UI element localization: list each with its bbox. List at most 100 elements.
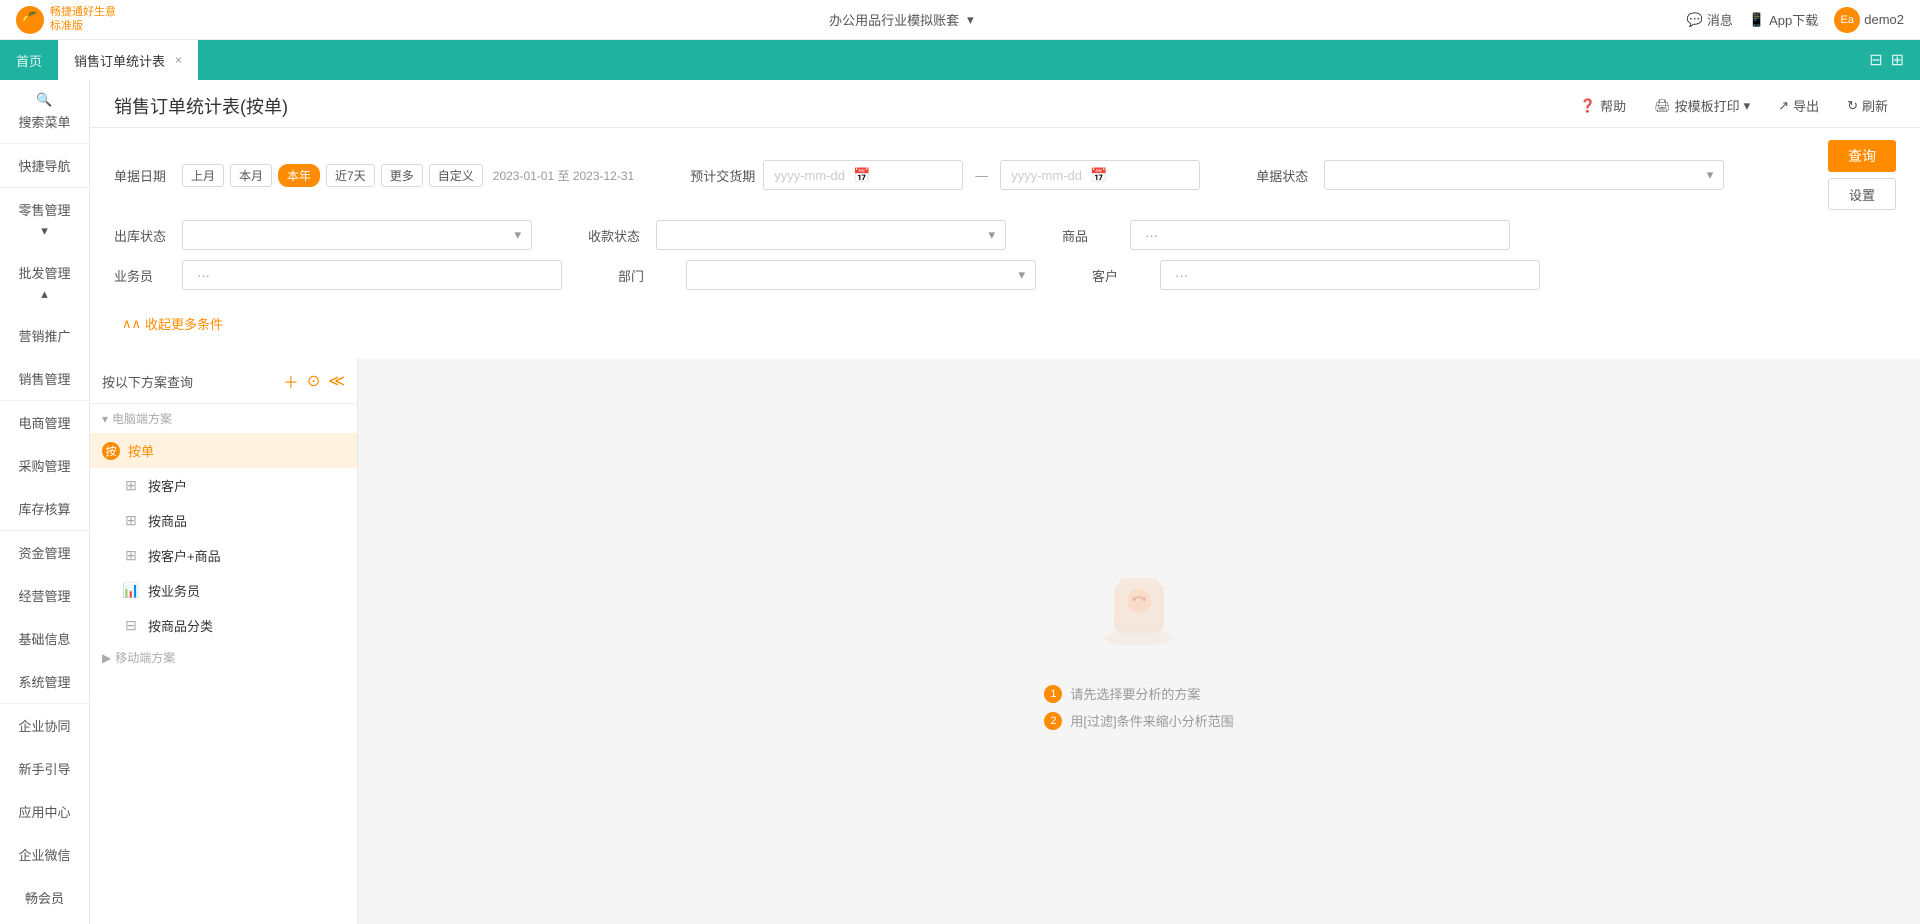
- main-layout: 🔍 搜索菜单 快捷导航 零售管理 ▾ 批发管理 ▴ 营销推广 销售管理 电商管理…: [0, 80, 1920, 924]
- dept-select[interactable]: ▾: [686, 260, 1036, 290]
- date-btn-last-month[interactable]: 上月: [182, 164, 224, 187]
- sidebar-item-basic[interactable]: 基础信息: [0, 617, 89, 660]
- empty-state-icon: [1089, 553, 1189, 672]
- minimize-icon[interactable]: ⊟: [1869, 50, 1882, 70]
- query-button[interactable]: 查询: [1828, 140, 1896, 172]
- sidebar-item-enterprise-wechat[interactable]: 企业微信: [0, 833, 89, 876]
- sidebar-item-enterprise[interactable]: 企业协同: [0, 704, 89, 747]
- calendar-start-icon[interactable]: 📅: [853, 167, 870, 184]
- calendar-end-icon[interactable]: 📅: [1090, 167, 1107, 184]
- status-filter-section: 单据状态 ▾: [1256, 160, 1724, 190]
- date-buttons: 上月 本月 本年 近7天 更多 自定义 2023-01-01 至 2023-12…: [182, 164, 634, 187]
- staff-input[interactable]: ···: [182, 260, 562, 290]
- tree-sub-icon-2: ⊞: [122, 512, 140, 529]
- dropdown-icon[interactable]: ▾: [967, 12, 974, 28]
- download-icon: 📱: [1749, 12, 1765, 28]
- date-btn-custom[interactable]: 自定义: [429, 164, 483, 187]
- out-status-select[interactable]: ▾: [182, 220, 532, 250]
- print-dropdown-icon: ▾: [1744, 98, 1751, 114]
- pay-status-select[interactable]: ▾: [656, 220, 1006, 250]
- print-btn[interactable]: 🖨 按模板打印 ▾: [1646, 92, 1758, 119]
- hint-num-1: 1: [1044, 685, 1062, 703]
- tree-item-by-customer-goods[interactable]: ⊞ 按客户+商品: [90, 538, 357, 573]
- date-btn-this-year[interactable]: 本年: [278, 164, 320, 187]
- empty-hints: 1 请先选择要分析的方案 2 用[过滤]条件来缩小分析范围: [1044, 684, 1233, 730]
- tree-sub-icon-3: ⊞: [122, 547, 140, 564]
- help-btn[interactable]: ❓ 帮助: [1572, 92, 1634, 119]
- date-btn-more[interactable]: 更多: [381, 164, 423, 187]
- date-start-placeholder: yyyy-mm-dd: [774, 168, 845, 183]
- dept-arrow: ▾: [1018, 267, 1025, 283]
- collapse-left-icon[interactable]: ≪: [328, 371, 345, 391]
- breadcrumb: 办公用品行业模拟账套 ▾: [829, 10, 974, 29]
- predicted-date-start[interactable]: yyyy-mm-dd 📅: [763, 160, 963, 190]
- left-panel-title: 按以下方案查询: [102, 372, 193, 391]
- predicted-date-end[interactable]: yyyy-mm-dd 📅: [1000, 160, 1200, 190]
- app-download-btn[interactable]: 📱 App下载: [1749, 10, 1818, 29]
- add-icon[interactable]: ＋: [283, 369, 299, 393]
- logo-icon: 🍊: [16, 6, 44, 34]
- sidebar-item-wholesale[interactable]: 批发管理 ▴: [0, 251, 89, 314]
- top-bar: 🍊 畅捷通好生意 标准版 办公用品行业模拟账套 ▾ 💬 消息 📱 App下载 E…: [0, 0, 1920, 40]
- out-status-section: 出库状态 ▾: [114, 220, 532, 250]
- sidebar-item-search[interactable]: 🔍 搜索菜单: [0, 80, 89, 143]
- sidebar-item-ecommerce[interactable]: 电商管理: [0, 401, 89, 444]
- sidebar-item-quick-nav[interactable]: 快捷导航: [0, 144, 89, 187]
- collapse-btn[interactable]: ∧∧ 收起更多条件: [114, 306, 1896, 341]
- filter-row-3: 业务员 ··· 部门 ▾ 客户: [114, 260, 1896, 290]
- chevron-up-icon: ∧∧: [122, 316, 141, 332]
- pay-status-arrow: ▾: [988, 227, 995, 243]
- customer-dots-icon[interactable]: ···: [1175, 268, 1188, 283]
- message-btn[interactable]: 💬 消息: [1687, 10, 1733, 29]
- sidebar-item-operations[interactable]: 经营管理: [0, 574, 89, 617]
- dept-section: 部门 ▾: [618, 260, 1036, 290]
- sidebar-item-sales[interactable]: 销售管理: [0, 357, 89, 400]
- status-select-arrow: ▾: [1707, 167, 1714, 183]
- date-end-placeholder: yyyy-mm-dd: [1011, 168, 1082, 183]
- sidebar-item-finance[interactable]: 资金管理: [0, 531, 89, 574]
- status-select[interactable]: ▾: [1324, 160, 1724, 190]
- left-panel: 按以下方案查询 ＋ ⊙ ≪ ▾ 电脑端方案 按 按单: [90, 359, 358, 924]
- customer-label: 客户: [1092, 266, 1152, 285]
- left-panel-icons: ＋ ⊙ ≪: [283, 369, 345, 393]
- sidebar-item-marketing[interactable]: 营销推广: [0, 314, 89, 357]
- tab-home[interactable]: 首页: [0, 40, 58, 80]
- sidebar-item-app-center[interactable]: 应用中心: [0, 790, 89, 833]
- tree-item-by-order[interactable]: 按 按单: [90, 433, 357, 468]
- setting-button[interactable]: 设置: [1828, 178, 1896, 210]
- sidebar-item-inventory[interactable]: 库存核算: [0, 487, 89, 530]
- sidebar-item-member[interactable]: 畅会员: [0, 876, 89, 919]
- goods-dots-icon[interactable]: ···: [1145, 228, 1158, 243]
- export-btn[interactable]: ↗ 导出: [1770, 92, 1827, 119]
- tab-current[interactable]: 销售订单统计表 ×: [58, 40, 198, 80]
- tree-item-by-goods[interactable]: ⊞ 按商品: [90, 503, 357, 538]
- date-filter-section: 单据日期 上月 本月 本年 近7天 更多 自定义 2023-01-01 至 20…: [114, 164, 634, 187]
- tree-item-by-goods-category[interactable]: ⊟ 按商品分类: [90, 608, 357, 643]
- tab-close-icon[interactable]: ×: [175, 53, 182, 67]
- refresh-icon: ↻: [1847, 98, 1858, 114]
- tree-item-by-customer[interactable]: ⊞ 按客户: [90, 468, 357, 503]
- sidebar-item-guide[interactable]: 新手引导: [0, 747, 89, 790]
- page-header: 销售订单统计表(按单) ❓ 帮助 🖨 按模板打印 ▾ ↗ 导出 ↻ 刷新: [90, 80, 1920, 128]
- pay-status-section: 收款状态 ▾: [588, 220, 1006, 250]
- right-panel: 1 请先选择要分析的方案 2 用[过滤]条件来缩小分析范围: [358, 359, 1920, 924]
- goods-input[interactable]: ···: [1130, 220, 1510, 250]
- customer-input[interactable]: ···: [1160, 260, 1540, 290]
- tree-expand-icon: ▾: [102, 412, 108, 426]
- date-btn-7days[interactable]: 近7天: [326, 164, 375, 187]
- date-btn-this-month[interactable]: 本月: [230, 164, 272, 187]
- page-actions: ❓ 帮助 🖨 按模板打印 ▾ ↗ 导出 ↻ 刷新: [1572, 92, 1896, 119]
- customer-section: 客户 ···: [1092, 260, 1540, 290]
- staff-dots-icon[interactable]: ···: [197, 268, 210, 283]
- sidebar-item-purchase[interactable]: 采购管理: [0, 444, 89, 487]
- goods-label: 商品: [1062, 226, 1122, 245]
- sidebar-item-retail[interactable]: 零售管理 ▾: [0, 188, 89, 251]
- user-menu[interactable]: Ea demo2: [1834, 7, 1904, 33]
- tree-item-by-staff[interactable]: 📊 按业务员: [90, 573, 357, 608]
- tree-mobile-expand-icon: ▶: [102, 651, 111, 665]
- tree-sub-icon-5: ⊟: [122, 617, 140, 634]
- maximize-icon[interactable]: ⊞: [1891, 50, 1904, 70]
- settings-icon[interactable]: ⊙: [307, 371, 320, 391]
- refresh-btn[interactable]: ↻ 刷新: [1839, 92, 1896, 119]
- sidebar-item-system[interactable]: 系统管理: [0, 660, 89, 703]
